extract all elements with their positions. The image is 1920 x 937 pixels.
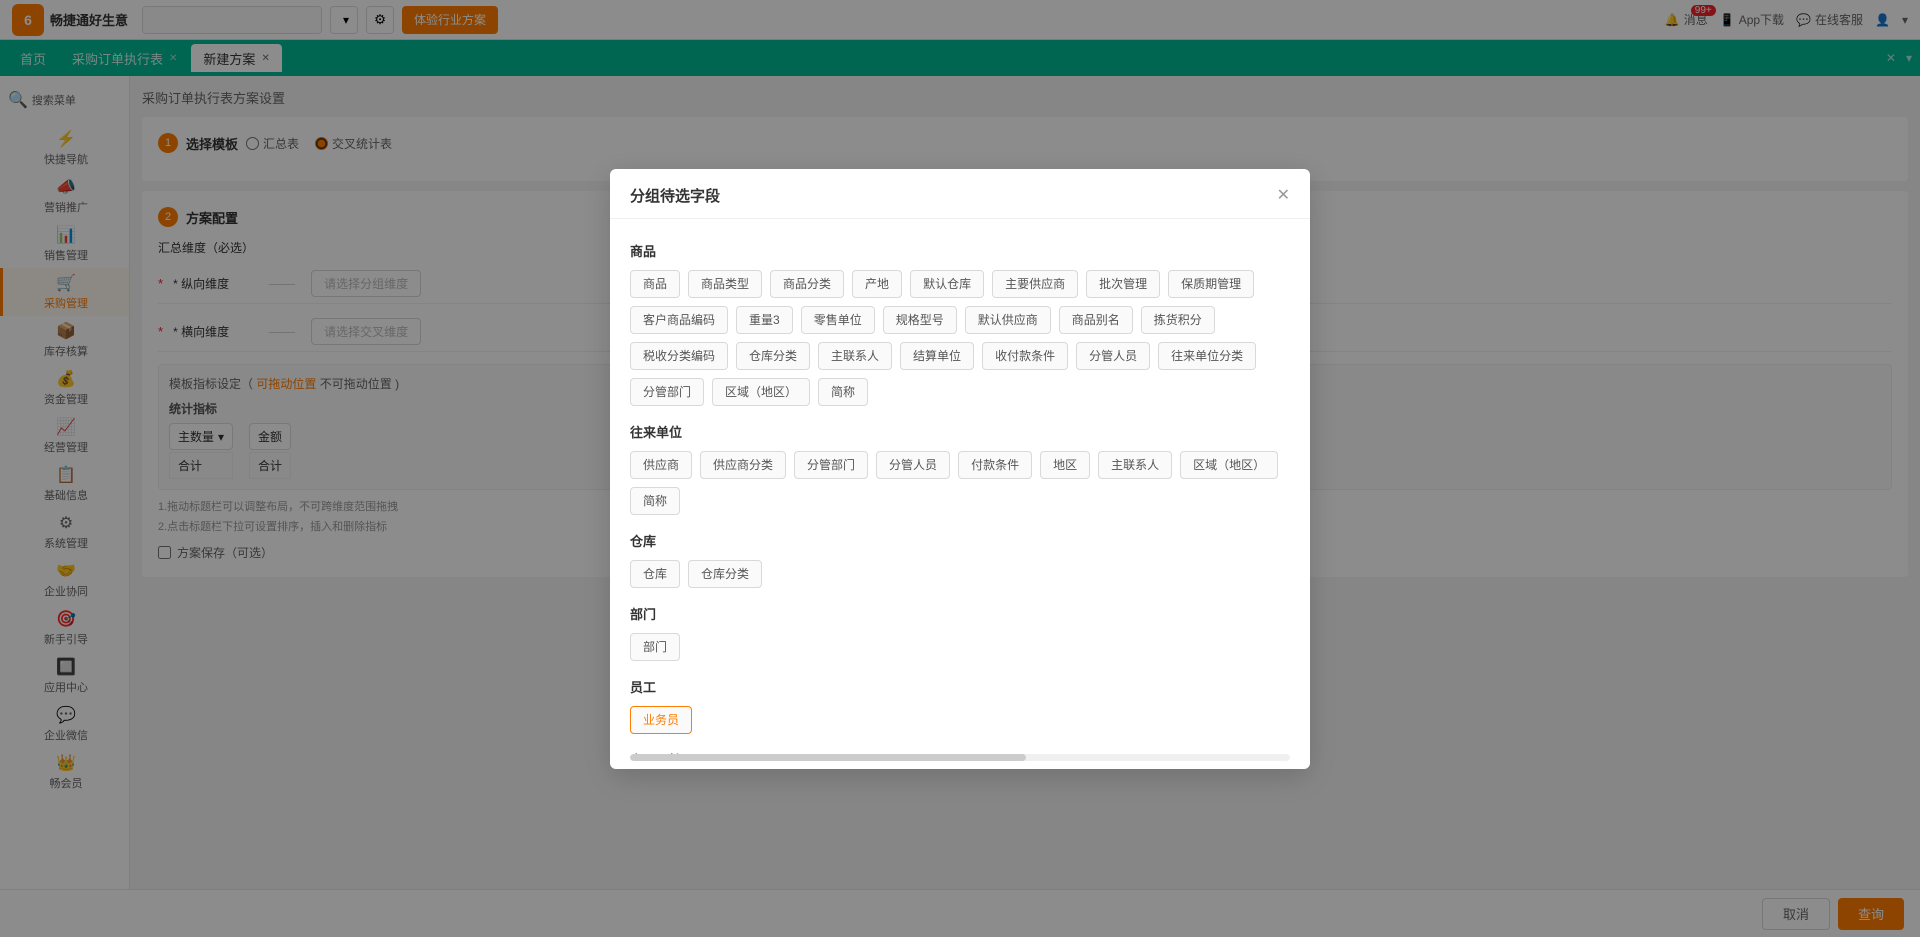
modal-overlay: 分组待选字段 ✕ 商品 商品 商品类型 商品分类 产地 默认仓库 主要供应商 批… — [0, 0, 1920, 937]
field-tag[interactable]: 主联系人 — [1098, 451, 1172, 479]
field-tag[interactable]: 商品类型 — [688, 270, 762, 298]
field-tag[interactable]: 简称 — [630, 487, 680, 515]
field-tag[interactable]: 商品分类 — [770, 270, 844, 298]
field-tag[interactable]: 部门 — [630, 633, 680, 661]
field-tag[interactable]: 仓库分类 — [736, 342, 810, 370]
field-tags-product: 商品 商品类型 商品分类 产地 默认仓库 主要供应商 批次管理 保质期管理 客户… — [630, 270, 1290, 406]
field-tag[interactable]: 收付款条件 — [982, 342, 1068, 370]
modal-header: 分组待选字段 ✕ — [610, 169, 1310, 219]
field-tag[interactable]: 区域（地区） — [1180, 451, 1278, 479]
field-tag[interactable]: 产地 — [852, 270, 902, 298]
scrollbar-thumb — [630, 754, 1026, 760]
section-title-department: 部门 — [630, 604, 1290, 623]
field-tags-department: 部门 — [630, 633, 1290, 661]
field-tag[interactable]: 仓库分类 — [688, 560, 762, 588]
modal-horizontal-scrollbar[interactable] — [630, 754, 1290, 760]
field-tag[interactable]: 往来单位分类 — [1158, 342, 1256, 370]
section-title-employee: 员工 — [630, 677, 1290, 696]
field-tag[interactable]: 默认仓库 — [910, 270, 984, 298]
field-tag[interactable]: 结算单位 — [900, 342, 974, 370]
field-tag[interactable]: 分管部门 — [630, 378, 704, 406]
modal-close-button[interactable]: ✕ — [1277, 185, 1290, 205]
field-tag-business[interactable]: 业务员 — [630, 706, 692, 734]
field-tag[interactable]: 主联系人 — [818, 342, 892, 370]
field-tag[interactable]: 税收分类编码 — [630, 342, 728, 370]
field-tag[interactable]: 保质期管理 — [1168, 270, 1254, 298]
field-tag[interactable]: 默认供应商 — [965, 306, 1051, 334]
field-tag[interactable]: 批次管理 — [1086, 270, 1160, 298]
field-tag[interactable]: 仓库 — [630, 560, 680, 588]
field-tag[interactable]: 商品别名 — [1059, 306, 1133, 334]
field-tags-partner: 供应商 供应商分类 分管部门 分管人员 付款条件 地区 主联系人 区域（地区） … — [630, 451, 1290, 515]
field-tag[interactable]: 拣货积分 — [1141, 306, 1215, 334]
field-tag[interactable]: 主要供应商 — [992, 270, 1078, 298]
field-tag[interactable]: 供应商 — [630, 451, 692, 479]
field-tag[interactable]: 分管部门 — [794, 451, 868, 479]
field-selection-modal: 分组待选字段 ✕ 商品 商品 商品类型 商品分类 产地 默认仓库 主要供应商 批… — [610, 169, 1310, 769]
field-tag[interactable]: 供应商分类 — [700, 451, 786, 479]
field-tags-warehouse: 仓库 仓库分类 — [630, 560, 1290, 588]
field-tag[interactable]: 零售单位 — [801, 306, 875, 334]
field-tag[interactable]: 分管人员 — [876, 451, 950, 479]
field-tag[interactable]: 重量3 — [736, 306, 793, 334]
field-tag[interactable]: 地区 — [1040, 451, 1090, 479]
section-title-partner: 往来单位 — [630, 422, 1290, 441]
modal-body: 商品 商品 商品类型 商品分类 产地 默认仓库 主要供应商 批次管理 保质期管理… — [610, 219, 1310, 755]
section-title-product: 商品 — [630, 241, 1290, 260]
field-tag[interactable]: 付款条件 — [958, 451, 1032, 479]
field-tag[interactable]: 商品 — [630, 270, 680, 298]
field-tag[interactable]: 规格型号 — [883, 306, 957, 334]
section-title-warehouse: 仓库 — [630, 531, 1290, 550]
field-tag[interactable]: 客户商品编码 — [630, 306, 728, 334]
field-tag[interactable]: 区域（地区） — [712, 378, 810, 406]
field-tags-employee: 业务员 — [630, 706, 1290, 734]
field-tag[interactable]: 分管人员 — [1076, 342, 1150, 370]
field-tag[interactable]: 简称 — [818, 378, 868, 406]
modal-title: 分组待选字段 — [630, 185, 720, 206]
